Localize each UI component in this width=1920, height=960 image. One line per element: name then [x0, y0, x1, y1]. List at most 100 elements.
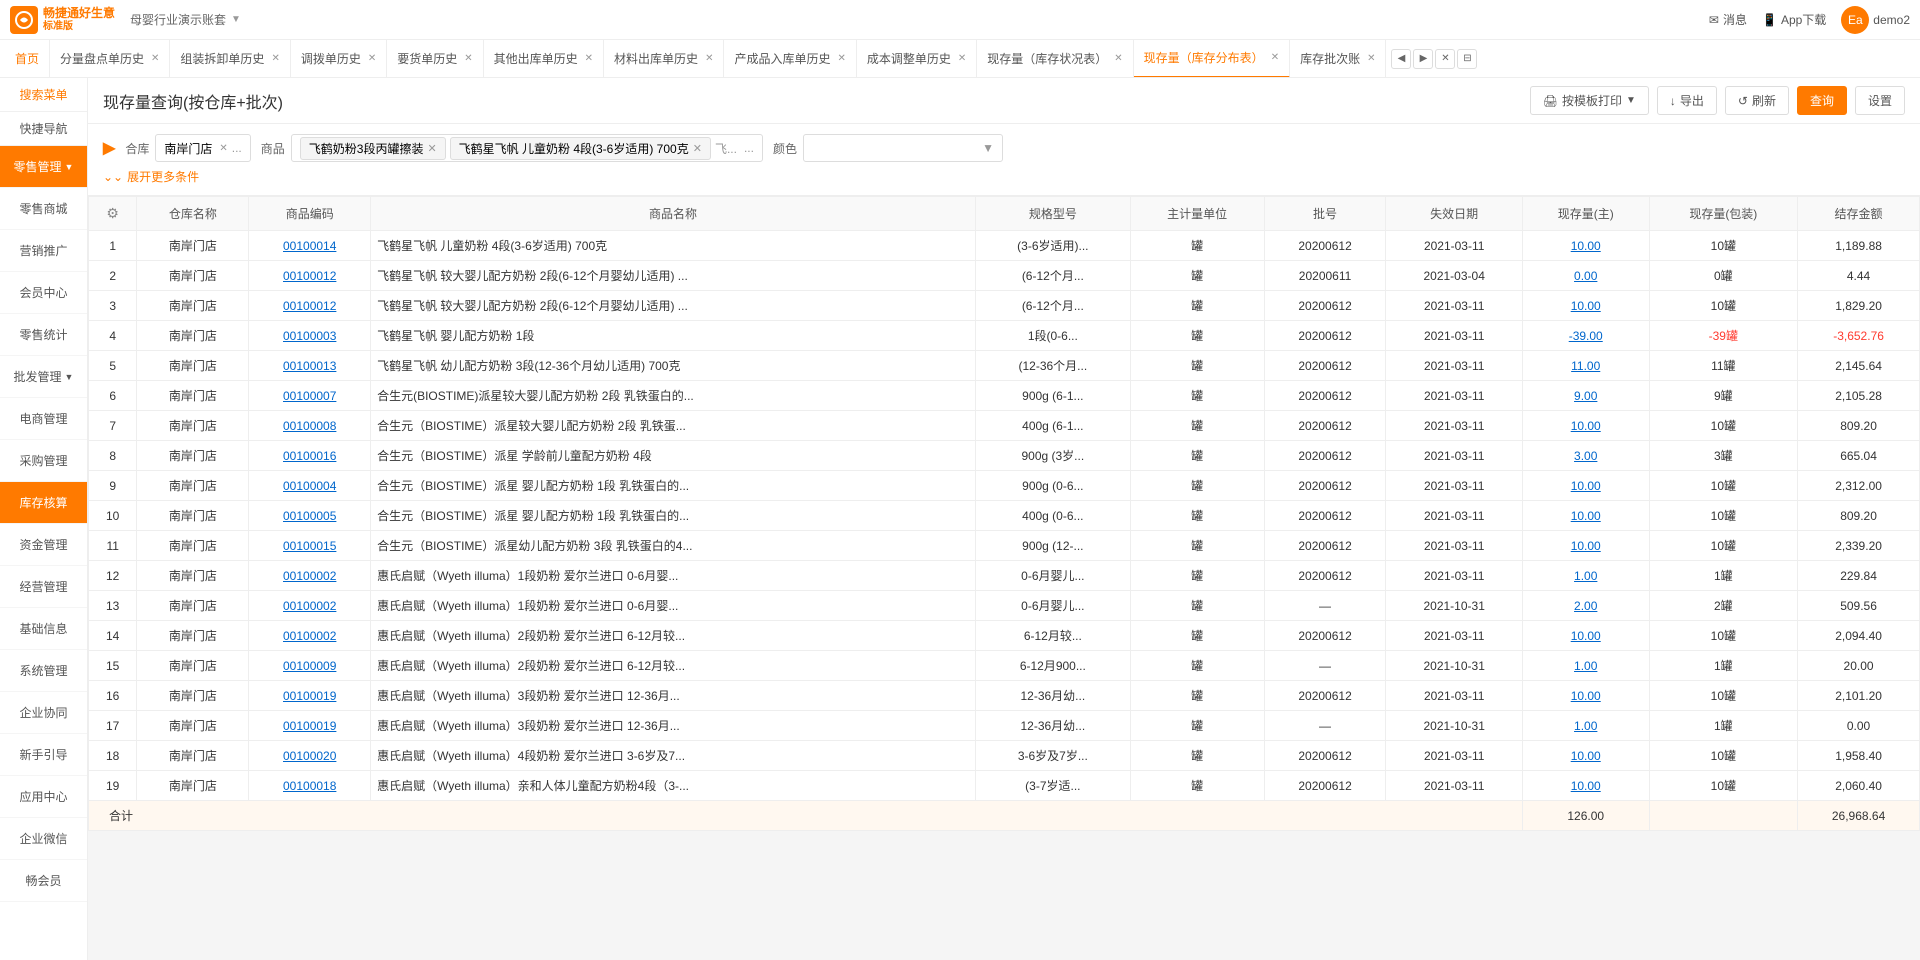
tab-prev-arrow[interactable]: ◀: [1391, 49, 1411, 69]
tab-transfer[interactable]: 调拨单历史 ✕: [291, 40, 387, 78]
cell-code[interactable]: 00100002: [249, 561, 371, 591]
app-download-button[interactable]: 📱 App下载: [1762, 11, 1826, 28]
sidebar-item-member[interactable]: 会员中心: [0, 272, 87, 314]
close-icon[interactable]: ✕: [368, 53, 376, 64]
message-button[interactable]: ✉ 消息: [1709, 11, 1747, 28]
cell-code[interactable]: 00100002: [249, 621, 371, 651]
cell-code[interactable]: 00100007: [249, 381, 371, 411]
cell-qty[interactable]: 10.00: [1522, 501, 1649, 531]
cell-qty[interactable]: 1.00: [1522, 561, 1649, 591]
sidebar-item-retail[interactable]: 零售管理 ▼: [0, 146, 87, 188]
warehouse-tag-close[interactable]: ✕: [219, 143, 227, 154]
cell-code[interactable]: 00100013: [249, 351, 371, 381]
cell-qty[interactable]: 10.00: [1522, 291, 1649, 321]
product-more[interactable]: 飞...: [715, 140, 737, 157]
tab-close-all[interactable]: ✕: [1435, 49, 1455, 69]
cell-qty[interactable]: 1.00: [1522, 651, 1649, 681]
tab-split-stock[interactable]: 分量盘点单历史 ✕: [50, 40, 170, 78]
tab-disassemble[interactable]: 组装拆卸单历史 ✕: [170, 40, 290, 78]
tab-batch-voucher[interactable]: 库存批次账 ✕: [1290, 40, 1386, 78]
cell-qty[interactable]: 10.00: [1522, 471, 1649, 501]
export-button[interactable]: ↓ 导出: [1657, 86, 1717, 115]
tab-stock-dist[interactable]: 现存量（库存分布表） ✕: [1134, 40, 1290, 78]
print-button[interactable]: 🖨 按模板打印 ▼: [1530, 86, 1649, 115]
sidebar-item-vip[interactable]: 畅会员: [0, 860, 87, 902]
sidebar-item-corp-wechat[interactable]: 企业微信: [0, 818, 87, 860]
cell-qty[interactable]: 10.00: [1522, 621, 1649, 651]
cell-qty[interactable]: 3.00: [1522, 441, 1649, 471]
sidebar-item-finance[interactable]: 资金管理: [0, 524, 87, 566]
sidebar-item-enterprise[interactable]: 企业协同: [0, 692, 87, 734]
expand-more-conditions[interactable]: ⌄⌄ 展开更多条件: [103, 168, 1905, 185]
refresh-button[interactable]: ↺ 刷新: [1725, 86, 1789, 115]
cell-code[interactable]: 00100012: [249, 291, 371, 321]
filter-expand-arrow[interactable]: ▶: [103, 138, 115, 158]
sidebar-item-system[interactable]: 系统管理: [0, 650, 87, 692]
product-input[interactable]: 飞鹤奶粉3段丙罐擦装 ✕ 飞鹤星飞帆 儿童奶粉 4段(3-6岁适用) 700克 …: [291, 134, 763, 162]
settings-button[interactable]: 设置: [1855, 86, 1905, 115]
company-selector[interactable]: 母婴行业演示账套 ▼: [130, 11, 241, 28]
tab-stock-status[interactable]: 现存量（库存状况表） ✕: [977, 40, 1133, 78]
sidebar-item-operation[interactable]: 经营管理: [0, 566, 87, 608]
color-input[interactable]: ▼: [803, 134, 1003, 162]
sidebar-item-marketing[interactable]: 营销推广: [0, 230, 87, 272]
product-tag-1-close[interactable]: ✕: [427, 142, 436, 155]
product-tag-2-close[interactable]: ✕: [693, 142, 702, 155]
cell-qty[interactable]: 9.00: [1522, 381, 1649, 411]
cell-code[interactable]: 00100005: [249, 501, 371, 531]
cell-code[interactable]: 00100009: [249, 651, 371, 681]
cell-qty[interactable]: 10.00: [1522, 741, 1649, 771]
cell-code[interactable]: 00100003: [249, 321, 371, 351]
warehouse-more[interactable]: ...: [232, 141, 242, 155]
close-icon[interactable]: ✕: [958, 53, 966, 64]
cell-code[interactable]: 00100012: [249, 261, 371, 291]
close-icon[interactable]: ✕: [464, 53, 472, 64]
product-tag-2[interactable]: 飞鹤星飞帆 儿童奶粉 4段(3-6岁适用) 700克 ✕: [450, 137, 711, 160]
sidebar-item-retail-shop[interactable]: 零售商城: [0, 188, 87, 230]
tab-menu[interactable]: ⊟: [1457, 49, 1477, 69]
tab-request[interactable]: 要货单历史 ✕: [387, 40, 483, 78]
query-button[interactable]: 查询: [1797, 86, 1847, 115]
sidebar-item-inventory[interactable]: 库存核算: [0, 482, 87, 524]
tab-other-out[interactable]: 其他出库单历史 ✕: [484, 40, 604, 78]
cell-code[interactable]: 00100004: [249, 471, 371, 501]
sidebar-item-basic[interactable]: 基础信息: [0, 608, 87, 650]
cell-qty[interactable]: 2.00: [1522, 591, 1649, 621]
sidebar-item-guide[interactable]: 新手引导: [0, 734, 87, 776]
cell-qty[interactable]: 10.00: [1522, 411, 1649, 441]
cell-qty[interactable]: 11.00: [1522, 351, 1649, 381]
settings-icon[interactable]: ⚙: [106, 205, 119, 221]
sidebar-item-wholesale[interactable]: 批发管理 ▼: [0, 356, 87, 398]
cell-code[interactable]: 00100020: [249, 741, 371, 771]
sidebar-quick-nav[interactable]: 快捷导航: [0, 112, 87, 146]
user-menu[interactable]: Ea demo2: [1841, 6, 1910, 34]
cell-qty[interactable]: 10.00: [1522, 231, 1649, 261]
close-icon[interactable]: ✕: [1367, 53, 1375, 64]
warehouse-input[interactable]: 南岸门店 ✕ ...: [155, 134, 250, 162]
close-icon[interactable]: ✕: [705, 53, 713, 64]
cell-code[interactable]: 00100019: [249, 681, 371, 711]
cell-code[interactable]: 00100016: [249, 441, 371, 471]
cell-qty[interactable]: 10.00: [1522, 531, 1649, 561]
close-icon[interactable]: ✕: [1114, 53, 1122, 64]
cell-qty[interactable]: 10.00: [1522, 771, 1649, 801]
tab-next-arrow[interactable]: ▶: [1413, 49, 1433, 69]
cell-code[interactable]: 00100018: [249, 771, 371, 801]
cell-code[interactable]: 00100015: [249, 531, 371, 561]
tab-material-out[interactable]: 材料出库单历史 ✕: [604, 40, 724, 78]
col-settings[interactable]: ⚙: [89, 197, 137, 231]
cell-qty[interactable]: 0.00: [1522, 261, 1649, 291]
sidebar-item-ecommerce[interactable]: 电商管理: [0, 398, 87, 440]
close-icon[interactable]: ✕: [151, 53, 159, 64]
close-icon[interactable]: ✕: [585, 53, 593, 64]
close-icon[interactable]: ✕: [837, 53, 845, 64]
cell-code[interactable]: 00100019: [249, 711, 371, 741]
tab-product-in[interactable]: 产成品入库单历史 ✕: [724, 40, 856, 78]
sidebar-item-retail-stats[interactable]: 零售统计: [0, 314, 87, 356]
sidebar-item-purchase[interactable]: 采购管理: [0, 440, 87, 482]
cell-qty[interactable]: 1.00: [1522, 711, 1649, 741]
cell-qty[interactable]: 10.00: [1522, 681, 1649, 711]
close-icon[interactable]: ✕: [271, 53, 279, 64]
product-tag-1[interactable]: 飞鹤奶粉3段丙罐擦装 ✕: [300, 137, 446, 160]
sidebar-item-apps[interactable]: 应用中心: [0, 776, 87, 818]
